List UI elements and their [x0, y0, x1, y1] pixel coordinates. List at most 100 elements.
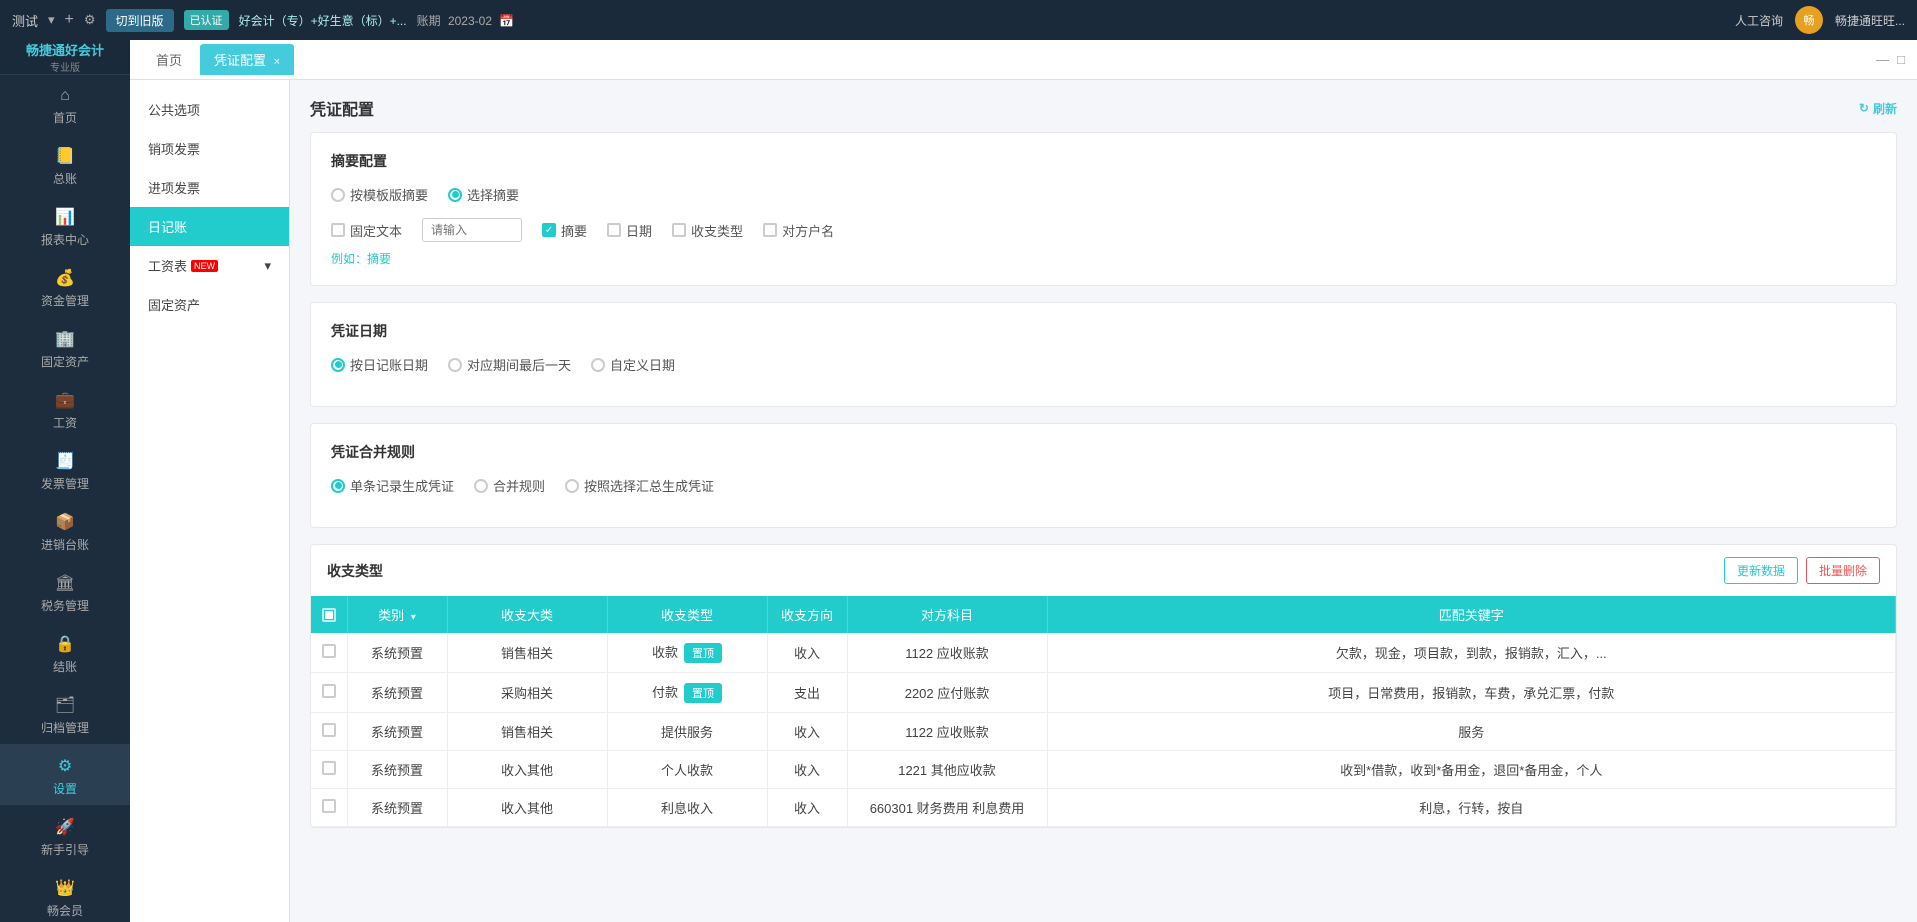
- top-bar-right: 人工咨询 畅 畅捷通旺旺...: [1735, 6, 1905, 34]
- payment-table: 类别 ▾ 收支大类 收支类型 收支方向 对方科目 匹配关键字 系统预置销售相关收…: [311, 596, 1896, 827]
- row-checkbox[interactable]: [311, 673, 347, 713]
- row-checkbox[interactable]: [311, 751, 347, 789]
- top-bar-title: 测试: [12, 11, 38, 30]
- sidebar-item-invoice[interactable]: 🧾 发票管理: [0, 439, 130, 500]
- member-icon: 👑: [55, 878, 75, 898]
- row-keyword: 利息，行转，按自: [1047, 789, 1896, 827]
- radio-merge-rule[interactable]: 合并规则: [474, 476, 545, 495]
- left-nav-journal[interactable]: 日记账: [130, 207, 289, 246]
- sidebar-item-salary[interactable]: 💼 工资: [0, 378, 130, 439]
- row-direction: 收入: [767, 633, 847, 673]
- checkbox-counterparty-box: [763, 223, 777, 237]
- dropdown-arrow-icon[interactable]: ▾: [48, 12, 55, 28]
- row-direction: 收入: [767, 789, 847, 827]
- service-label[interactable]: 人工咨询: [1735, 12, 1783, 29]
- top-bar: 测试 ▾ + ⚙ 切到旧版 已认证 好会计（专）+好生意（标）+... 账期 2…: [0, 0, 1917, 40]
- th-keyword: 匹配关键字: [1047, 596, 1896, 633]
- tab-home[interactable]: 首页: [142, 44, 196, 75]
- settings-icon[interactable]: ⚙: [84, 12, 96, 28]
- sidebar-item-ledger[interactable]: 📒 总账: [0, 134, 130, 195]
- checkbox-fixed-text-box: [331, 223, 345, 237]
- sidebar-item-settings[interactable]: ⚙ 设置: [0, 744, 130, 805]
- close-period-icon: 🔒: [55, 634, 75, 654]
- row-category: 系统预置: [347, 633, 447, 673]
- th-category: 类别 ▾: [347, 596, 447, 633]
- row-type: 付款置顶: [607, 673, 767, 713]
- sidebar-item-assets[interactable]: 🏢 固定资产: [0, 317, 130, 378]
- left-nav-sales-invoice[interactable]: 销项发票: [130, 129, 289, 168]
- row-direction: 支出: [767, 673, 847, 713]
- radio-single[interactable]: 单条记录生成凭证: [331, 476, 454, 495]
- radio-template-circle: [331, 188, 345, 202]
- checkbox-date[interactable]: 日期: [607, 221, 652, 240]
- checkbox-date-box: [607, 223, 621, 237]
- row-checkbox[interactable]: [311, 789, 347, 827]
- radio-total-select[interactable]: 按照选择汇总生成凭证: [565, 476, 714, 495]
- radio-select[interactable]: 选择摘要: [448, 185, 519, 204]
- sidebar-item-purchase[interactable]: 📦 进销台账: [0, 500, 130, 561]
- th-check[interactable]: [311, 596, 347, 633]
- tab-voucher-config[interactable]: 凭证配置 ×: [200, 44, 294, 75]
- checkbox-type[interactable]: 收支类型: [672, 221, 743, 240]
- page-title: 凭证配置: [310, 96, 374, 120]
- sidebar-item-funds[interactable]: 💰 资金管理: [0, 256, 130, 317]
- refresh-icon: ↻: [1859, 101, 1869, 115]
- add-icon[interactable]: +: [65, 11, 74, 29]
- table-actions: 更新数据 批量删除: [1724, 557, 1880, 584]
- th-direction: 收支方向: [767, 596, 847, 633]
- top-tag-button[interactable]: 置顶: [684, 643, 722, 663]
- sidebar-item-close[interactable]: 🔒 结账: [0, 622, 130, 683]
- row-keyword: 收到*借款，收到*备用金，退回*备用金，个人: [1047, 751, 1896, 789]
- content-area: 首页 凭证配置 × — □ 公共选项 销项发票 进项发票 日记账 工资表 NEW: [130, 40, 1917, 922]
- sidebar: 畅捷通好会计 专业版 ⌂ 首页 📒 总账 📊 报表中心 💰 资金管理 🏢 固定资…: [0, 40, 130, 922]
- row-direction: 收入: [767, 751, 847, 789]
- batch-delete-button[interactable]: 批量删除: [1806, 557, 1880, 584]
- refresh-button[interactable]: ↻ 刷新: [1859, 100, 1897, 117]
- maximize-icon[interactable]: □: [1897, 52, 1905, 67]
- checkbox-counterparty[interactable]: 对方户名: [763, 221, 834, 240]
- sidebar-item-guide[interactable]: 🚀 新手引导: [0, 805, 130, 866]
- row-keyword: 服务: [1047, 713, 1896, 751]
- tab-close-icon[interactable]: ×: [274, 56, 280, 68]
- update-data-button[interactable]: 更新数据: [1724, 557, 1798, 584]
- sidebar-logo: 畅捷通好会计 专业版: [0, 40, 130, 75]
- radio-custom[interactable]: 自定义日期: [591, 355, 675, 374]
- user-name: 畅捷通旺旺...: [1835, 12, 1905, 29]
- row-direction: 收入: [767, 713, 847, 751]
- sidebar-item-member[interactable]: 👑 畅会员: [0, 866, 130, 922]
- th-major: 收支大类: [447, 596, 607, 633]
- radio-select-circle: [448, 188, 462, 202]
- checkbox-summary[interactable]: ✓ 摘要: [542, 221, 587, 240]
- minimize-icon[interactable]: —: [1876, 52, 1889, 67]
- tax-icon: 🏛: [55, 573, 75, 593]
- left-nav-public[interactable]: 公共选项: [130, 90, 289, 129]
- checkbox-fixed-text[interactable]: 固定文本: [331, 221, 402, 240]
- radio-journal-date[interactable]: 按日记账日期: [331, 355, 428, 374]
- row-checkbox[interactable]: [311, 713, 347, 751]
- page-title-row: 凭证配置 ↻ 刷新: [310, 96, 1897, 120]
- fixed-text-input[interactable]: [422, 218, 522, 242]
- radio-period-last-circle: [448, 358, 462, 372]
- new-badge: NEW: [191, 260, 218, 272]
- left-nav-payroll[interactable]: 工资表 NEW ▾: [130, 246, 289, 285]
- row-type: 个人收款: [607, 751, 767, 789]
- radio-period-last[interactable]: 对应期间最后一天: [448, 355, 571, 374]
- row-category: 系统预置: [347, 789, 447, 827]
- radio-template[interactable]: 按模板版摘要: [331, 185, 428, 204]
- top-tag-button[interactable]: 置顶: [684, 683, 722, 703]
- radio-custom-circle: [591, 358, 605, 372]
- sidebar-item-home[interactable]: ⌂ 首页: [0, 75, 130, 134]
- page-wrapper: 公共选项 销项发票 进项发票 日记账 工资表 NEW ▾ 固定资产 凭证配置 ↻: [130, 80, 1917, 922]
- left-nav-fixed-assets[interactable]: 固定资产: [130, 285, 289, 324]
- period-label: 账期 2023-02 📅: [417, 12, 515, 29]
- left-nav-purchase-invoice[interactable]: 进项发票: [130, 168, 289, 207]
- ledger-icon: 📒: [55, 146, 75, 166]
- sidebar-item-tax[interactable]: 🏛 税务管理: [0, 561, 130, 622]
- switch-version-button[interactable]: 切到旧版: [106, 9, 174, 32]
- row-type: 提供服务: [607, 713, 767, 751]
- check-all-checkbox[interactable]: [322, 608, 336, 622]
- sidebar-item-archive[interactable]: 🗂 归档管理: [0, 683, 130, 744]
- sidebar-item-reports[interactable]: 📊 报表中心: [0, 195, 130, 256]
- row-checkbox[interactable]: [311, 633, 347, 673]
- invoice-icon: 🧾: [55, 451, 75, 471]
